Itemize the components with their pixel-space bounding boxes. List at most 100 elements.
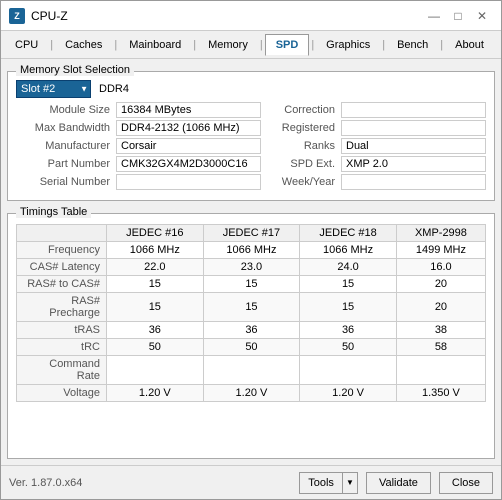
tab-about[interactable]: About: [445, 35, 494, 55]
max-bandwidth-label: Max Bandwidth: [16, 122, 116, 134]
slot-row: Slot #1 Slot #2 Slot #3 Slot #4 DDR4: [16, 80, 486, 98]
timings-group-title: Timings Table: [16, 206, 91, 218]
manufacturer-row: Manufacturer Corsair Ranks Dual: [16, 138, 486, 154]
row-label: RAS# Precharge: [17, 293, 107, 322]
week-year-label: Week/Year: [261, 176, 341, 188]
content-area: Memory Slot Selection Slot #1 Slot #2 Sl…: [1, 59, 501, 465]
cell-jedec18: 15: [300, 293, 397, 322]
max-bandwidth-value: DDR4-2132 (1066 MHz): [116, 120, 261, 136]
cell-jedec18: 15: [300, 276, 397, 293]
slot-select[interactable]: Slot #1 Slot #2 Slot #3 Slot #4: [16, 80, 91, 98]
tab-memory[interactable]: Memory: [198, 35, 258, 55]
part-number-label: Part Number: [16, 158, 116, 170]
cell-jedec18: [300, 356, 397, 385]
serial-number-row: Serial Number Week/Year: [16, 174, 486, 190]
cell-jedec17: 23.0: [203, 259, 300, 276]
ranks-label: Ranks: [261, 140, 341, 152]
memory-slot-group: Memory Slot Selection Slot #1 Slot #2 Sl…: [7, 71, 495, 201]
cell-jedec16: 36: [107, 322, 204, 339]
row-label: tRAS: [17, 322, 107, 339]
correction-value: [341, 102, 486, 118]
table-row: Command Rate: [17, 356, 486, 385]
cell-jedec16: 50: [107, 339, 204, 356]
cell-jedec18: 36: [300, 322, 397, 339]
tab-graphics[interactable]: Graphics: [316, 35, 380, 55]
manufacturer-value: Corsair: [116, 138, 261, 154]
maximize-button[interactable]: □: [447, 6, 469, 26]
cell-xmp: 20: [396, 293, 485, 322]
cell-jedec17: 1066 MHz: [203, 242, 300, 259]
module-size-value: 16384 MBytes: [116, 102, 261, 118]
cell-jedec16: 15: [107, 293, 204, 322]
cell-xmp: 1.350 V: [396, 385, 485, 402]
tab-bar: CPU | Caches | Mainboard | Memory | SPD …: [1, 31, 501, 59]
cell-jedec17: 50: [203, 339, 300, 356]
row-label: CAS# Latency: [17, 259, 107, 276]
module-size-row: Module Size 16384 MBytes Correction: [16, 102, 486, 118]
row-label: Frequency: [17, 242, 107, 259]
cell-jedec18: 1066 MHz: [300, 242, 397, 259]
col-header-jedec17: JEDEC #17: [203, 225, 300, 242]
manufacturer-label: Manufacturer: [16, 140, 116, 152]
minimize-button[interactable]: —: [423, 6, 445, 26]
tab-mainboard[interactable]: Mainboard: [119, 35, 191, 55]
spd-ext-value: XMP 2.0: [341, 156, 486, 172]
tab-bench[interactable]: Bench: [387, 35, 438, 55]
main-window: Z CPU-Z — □ ✕ CPU | Caches | Mainboard |…: [0, 0, 502, 500]
close-window-button[interactable]: ✕: [471, 6, 493, 26]
cell-jedec16: [107, 356, 204, 385]
table-row: tRC 50 50 50 58: [17, 339, 486, 356]
row-label: Command Rate: [17, 356, 107, 385]
col-header-jedec18: JEDEC #18: [300, 225, 397, 242]
row-label: RAS# to CAS#: [17, 276, 107, 293]
cell-jedec18: 1.20 V: [300, 385, 397, 402]
cell-jedec16: 22.0: [107, 259, 204, 276]
serial-number-label: Serial Number: [16, 176, 116, 188]
cell-jedec18: 50: [300, 339, 397, 356]
title-buttons: — □ ✕: [423, 6, 493, 26]
module-size-label: Module Size: [16, 104, 116, 116]
table-row: RAS# Precharge 15 15 15 20: [17, 293, 486, 322]
timings-group: Timings Table JEDEC #16 JEDEC #17 JEDEC …: [7, 213, 495, 459]
correction-label: Correction: [261, 104, 341, 116]
cell-xmp: [396, 356, 485, 385]
cell-xmp: 38: [396, 322, 485, 339]
serial-number-value: [116, 174, 261, 190]
memory-slot-group-title: Memory Slot Selection: [16, 64, 134, 76]
cell-jedec17: [203, 356, 300, 385]
tab-spd[interactable]: SPD: [265, 34, 310, 56]
col-header-jedec16: JEDEC #16: [107, 225, 204, 242]
cell-xmp: 1499 MHz: [396, 242, 485, 259]
cell-xmp: 16.0: [396, 259, 485, 276]
timings-table: JEDEC #16 JEDEC #17 JEDEC #18 XMP-2998 F…: [16, 224, 486, 402]
ddr-type-badge: DDR4: [99, 83, 129, 95]
spd-ext-label: SPD Ext.: [261, 158, 341, 170]
max-bandwidth-row: Max Bandwidth DDR4-2132 (1066 MHz) Regis…: [16, 120, 486, 136]
cell-jedec16: 1066 MHz: [107, 242, 204, 259]
app-icon: Z: [9, 8, 25, 24]
table-row: Frequency 1066 MHz 1066 MHz 1066 MHz 149…: [17, 242, 486, 259]
col-header-xmp: XMP-2998: [396, 225, 485, 242]
registered-label: Registered: [261, 122, 341, 134]
cell-jedec16: 1.20 V: [107, 385, 204, 402]
part-number-row: Part Number CMK32GX4M2D3000C16 SPD Ext. …: [16, 156, 486, 172]
week-year-value: [341, 174, 486, 190]
cell-xmp: 58: [396, 339, 485, 356]
tab-cpu[interactable]: CPU: [5, 35, 48, 55]
table-row: Voltage 1.20 V 1.20 V 1.20 V 1.350 V: [17, 385, 486, 402]
tab-caches[interactable]: Caches: [55, 35, 112, 55]
table-row: RAS# to CAS# 15 15 15 20: [17, 276, 486, 293]
slot-select-wrapper: Slot #1 Slot #2 Slot #3 Slot #4: [16, 80, 91, 98]
ranks-value: Dual: [341, 138, 486, 154]
table-row: CAS# Latency 22.0 23.0 24.0 16.0: [17, 259, 486, 276]
close-button[interactable]: Close: [439, 472, 493, 494]
tools-button[interactable]: Tools: [299, 472, 342, 494]
cell-jedec17: 15: [203, 293, 300, 322]
validate-button[interactable]: Validate: [366, 472, 431, 494]
title-bar: Z CPU-Z — □ ✕: [1, 1, 501, 31]
part-number-value: CMK32GX4M2D3000C16: [116, 156, 261, 172]
cell-jedec16: 15: [107, 276, 204, 293]
cell-jedec17: 1.20 V: [203, 385, 300, 402]
cell-jedec18: 24.0: [300, 259, 397, 276]
tools-dropdown-arrow[interactable]: ▼: [342, 472, 358, 494]
